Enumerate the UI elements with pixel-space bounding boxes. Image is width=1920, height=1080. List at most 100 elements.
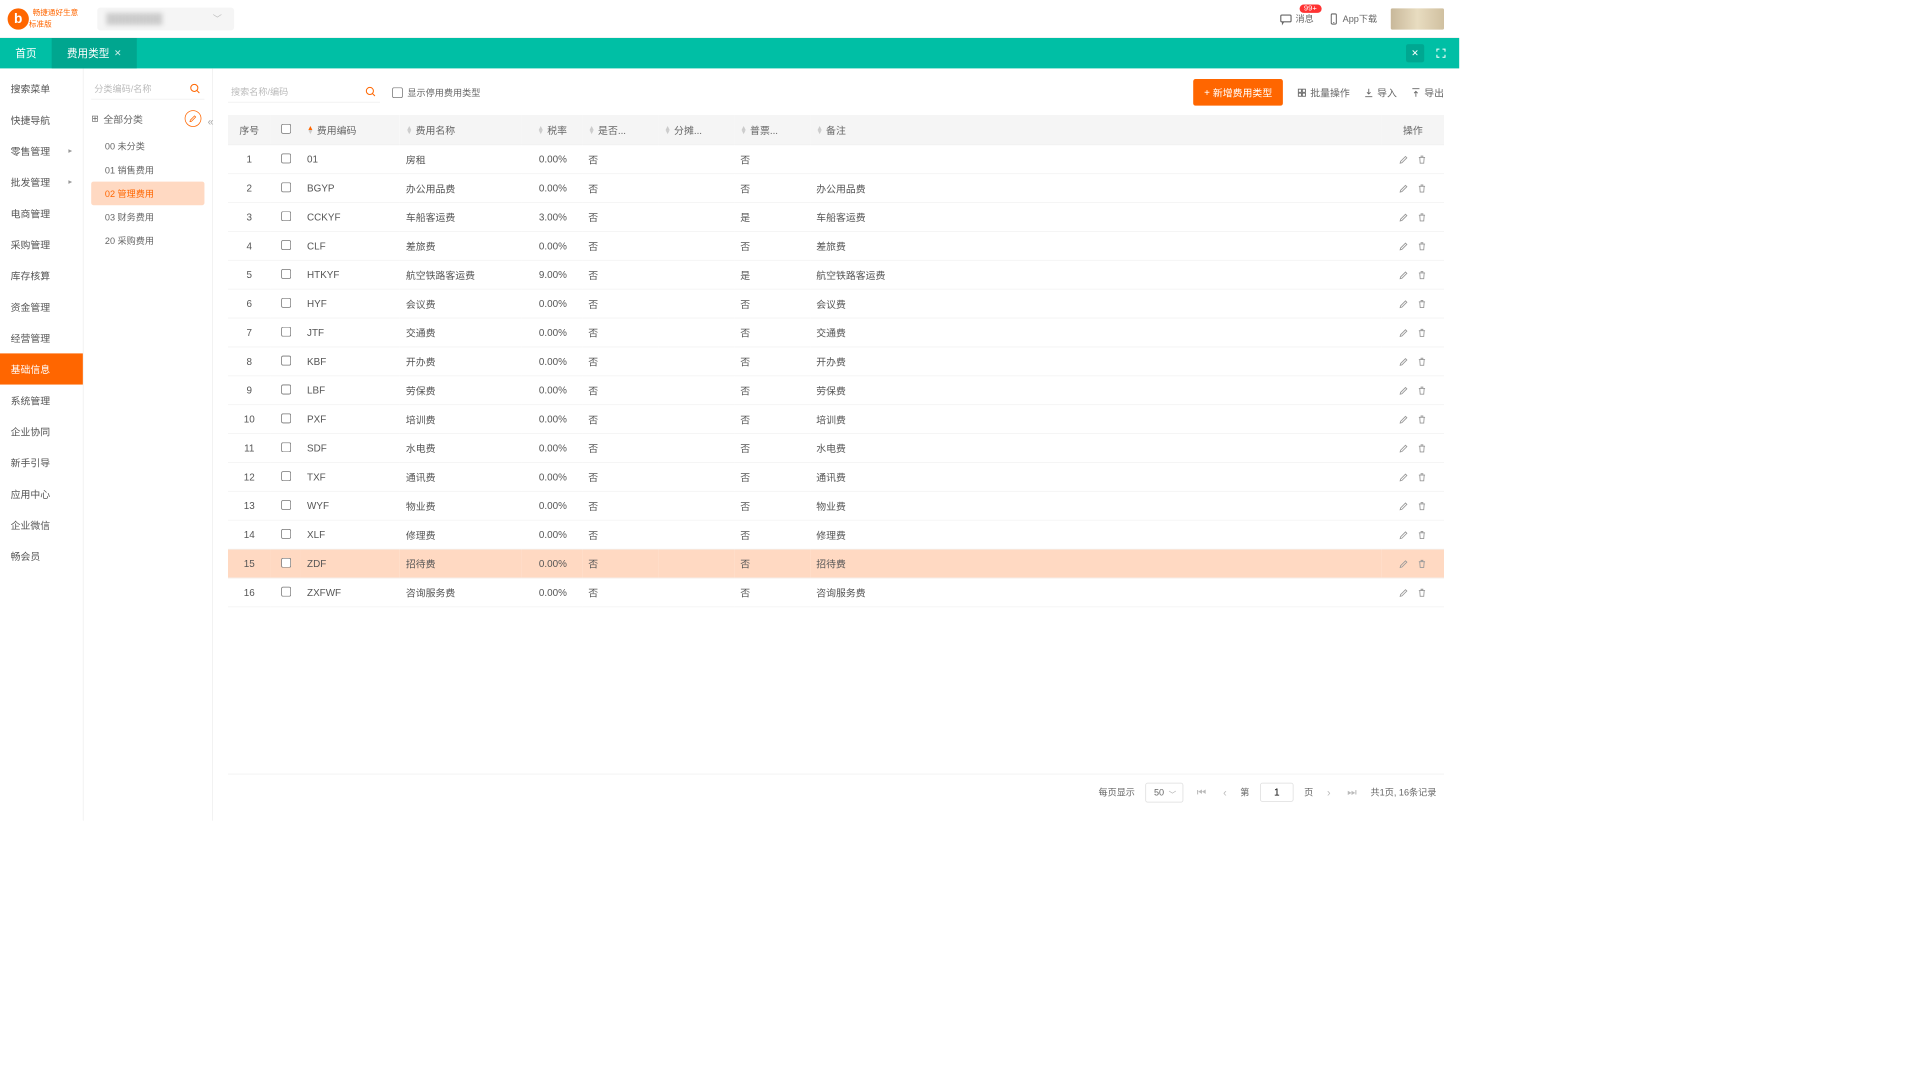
next-page-button[interactable]: › (1324, 786, 1334, 798)
row-checkbox[interactable] (281, 298, 291, 308)
sidebar-item-14[interactable]: 企业微信 (0, 509, 83, 540)
select-all-checkbox[interactable] (281, 124, 291, 134)
cell-checkbox[interactable] (271, 174, 301, 203)
edit-row-button[interactable] (1398, 471, 1409, 483)
sidebar-item-8[interactable]: 经营管理 (0, 322, 83, 353)
delete-row-button[interactable] (1417, 298, 1428, 310)
cell-checkbox[interactable] (271, 491, 301, 520)
delete-row-button[interactable] (1417, 355, 1428, 367)
search-icon[interactable] (189, 82, 201, 96)
table-row[interactable]: 4CLF差旅费0.00%否否差旅费 (228, 231, 1444, 260)
edit-row-button[interactable] (1398, 558, 1409, 570)
edit-row-button[interactable] (1398, 327, 1409, 339)
table-row[interactable]: 7JTF交通费0.00%否否交通费 (228, 318, 1444, 347)
table-row[interactable]: 13WYF物业费0.00%否否物业费 (228, 491, 1444, 520)
edit-row-button[interactable] (1398, 384, 1409, 396)
delete-row-button[interactable] (1417, 211, 1428, 223)
show-disabled-checkbox[interactable]: 显示停用费用类型 (392, 86, 480, 99)
sidebar-item-6[interactable]: 库存核算 (0, 260, 83, 291)
cell-checkbox[interactable] (271, 462, 301, 491)
edit-row-button[interactable] (1398, 153, 1409, 165)
search-input[interactable] (228, 82, 380, 103)
col-remark[interactable]: ▲▼备注 (810, 115, 1382, 145)
table-row[interactable]: 9LBF劳保费0.00%否否劳保费 (228, 376, 1444, 405)
row-checkbox[interactable] (281, 355, 291, 365)
cell-checkbox[interactable] (271, 376, 301, 405)
sidebar-item-15[interactable]: 畅会员 (0, 540, 83, 571)
table-row[interactable]: 16ZXFWF咨询服务费0.00%否否咨询服务费 (228, 578, 1444, 607)
category-item-4[interactable]: 20 采购费用 (91, 229, 204, 253)
row-checkbox[interactable] (281, 500, 291, 510)
col-code[interactable]: ▲▼费用编码 (301, 115, 400, 145)
close-all-tabs-button[interactable]: ✕ (1406, 44, 1424, 62)
tab-fee-type[interactable]: 费用类型 ✕ (52, 38, 137, 68)
all-categories-label[interactable]: 全部分类 (103, 111, 143, 125)
col-seq[interactable]: 序号 (228, 115, 271, 145)
add-fee-type-button[interactable]: + 新增费用类型 (1193, 79, 1282, 106)
last-page-button[interactable]: ⏭ (1344, 786, 1360, 799)
delete-row-button[interactable] (1417, 327, 1428, 339)
sidebar-item-13[interactable]: 应用中心 (0, 478, 83, 509)
export-button[interactable]: 导出 (1411, 85, 1444, 99)
table-row[interactable]: 2BGYP办公用品费0.00%否否办公用品费 (228, 174, 1444, 203)
import-button[interactable]: 导入 (1363, 85, 1396, 99)
col-isx[interactable]: ▲▼是否... (582, 115, 658, 145)
edit-row-button[interactable] (1398, 298, 1409, 310)
col-rate[interactable]: ▲▼税率 (521, 115, 582, 145)
edit-row-button[interactable] (1398, 529, 1409, 541)
close-icon[interactable]: ✕ (114, 48, 122, 59)
sidebar-item-10[interactable]: 系统管理 (0, 385, 83, 416)
row-checkbox[interactable] (281, 442, 291, 452)
sidebar-item-12[interactable]: 新手引导 (0, 447, 83, 478)
cell-checkbox[interactable] (271, 231, 301, 260)
col-checkbox[interactable] (271, 115, 301, 145)
edit-row-button[interactable] (1398, 211, 1409, 223)
prev-page-button[interactable]: ‹ (1220, 786, 1230, 798)
table-row[interactable]: 14XLF修理费0.00%否否修理费 (228, 520, 1444, 549)
tab-home[interactable]: 首页 (0, 38, 52, 68)
sidebar-item-2[interactable]: 零售管理▸ (0, 135, 83, 166)
cell-checkbox[interactable] (271, 405, 301, 434)
row-checkbox[interactable] (281, 326, 291, 336)
table-row[interactable]: 5HTKYF航空铁路客运费9.00%否是航空铁路客运费 (228, 260, 1444, 289)
delete-row-button[interactable] (1417, 529, 1428, 541)
category-item-1[interactable]: 01 销售费用 (91, 158, 204, 182)
app-download-button[interactable]: App下载 (1327, 12, 1377, 25)
cell-checkbox[interactable] (271, 203, 301, 232)
row-checkbox[interactable] (281, 471, 291, 481)
edit-categories-button[interactable] (185, 110, 202, 127)
cell-checkbox[interactable] (271, 260, 301, 289)
cell-checkbox[interactable] (271, 347, 301, 376)
delete-row-button[interactable] (1417, 384, 1428, 396)
table-row[interactable]: 8KBF开办费0.00%否否开办费 (228, 347, 1444, 376)
sidebar-item-7[interactable]: 资金管理 (0, 291, 83, 322)
table-row[interactable]: 15ZDF招待费0.00%否否招待费 (228, 549, 1444, 578)
table-row[interactable]: 101房租0.00%否否 (228, 145, 1444, 174)
row-checkbox[interactable] (281, 413, 291, 423)
edit-row-button[interactable] (1398, 500, 1409, 512)
edit-row-button[interactable] (1398, 442, 1409, 454)
page-size-select[interactable]: 50 ﹀ (1146, 782, 1184, 802)
sidebar-item-0[interactable]: 搜索菜单 (0, 73, 83, 104)
sidebar-item-9[interactable]: 基础信息 (0, 353, 83, 384)
edit-row-button[interactable] (1398, 413, 1409, 425)
edit-row-button[interactable] (1398, 355, 1409, 367)
search-icon[interactable] (365, 85, 377, 99)
row-checkbox[interactable] (281, 240, 291, 250)
delete-row-button[interactable] (1417, 587, 1428, 599)
delete-row-button[interactable] (1417, 269, 1428, 281)
table-row[interactable]: 6HYF会议费0.00%否否会议费 (228, 289, 1444, 318)
category-item-0[interactable]: 00 未分类 (91, 135, 204, 159)
sidebar-item-1[interactable]: 快捷导航 (0, 104, 83, 135)
row-checkbox[interactable] (281, 557, 291, 567)
cell-checkbox[interactable] (271, 289, 301, 318)
category-item-3[interactable]: 03 财务费用 (91, 205, 204, 229)
first-page-button[interactable]: ⏮ (1194, 786, 1210, 799)
sidebar-item-11[interactable]: 企业协同 (0, 416, 83, 447)
col-allot[interactable]: ▲▼分摊... (658, 115, 734, 145)
cell-checkbox[interactable] (271, 318, 301, 347)
delete-row-button[interactable] (1417, 153, 1428, 165)
col-ticket[interactable]: ▲▼普票... (734, 115, 810, 145)
batch-action-button[interactable]: 批量操作 (1297, 85, 1350, 99)
delete-row-button[interactable] (1417, 413, 1428, 425)
